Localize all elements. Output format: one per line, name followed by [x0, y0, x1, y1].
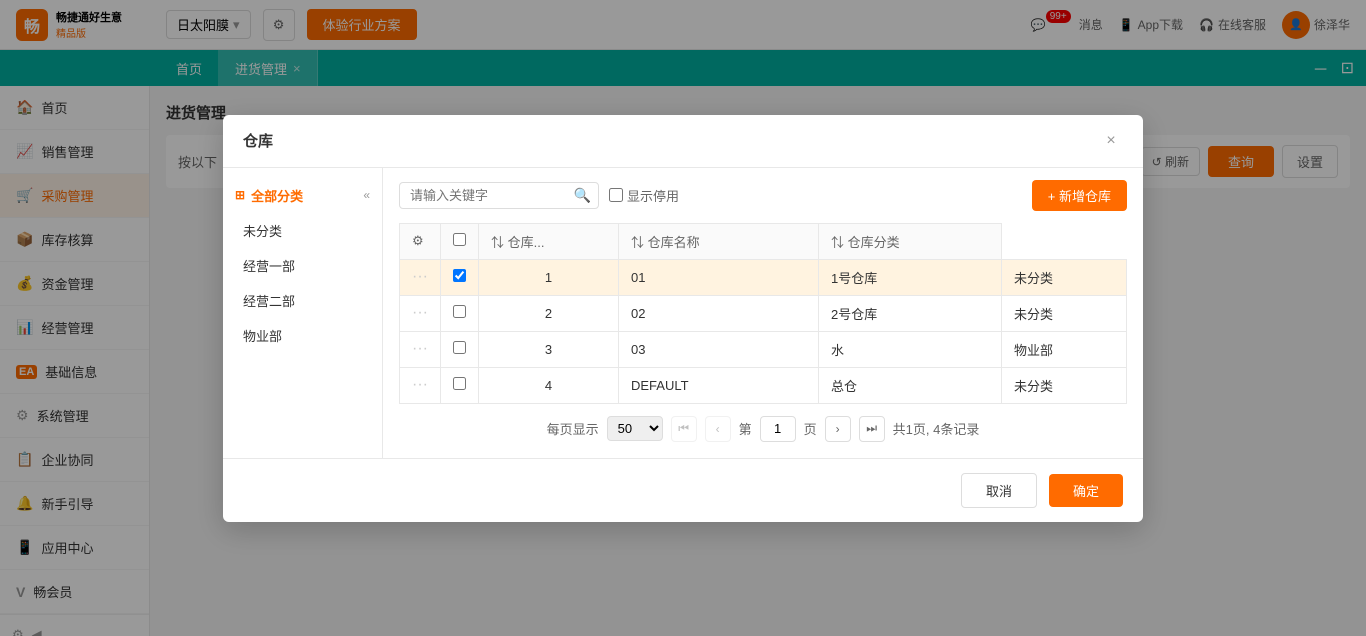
modal-overlay: 仓库 × ⊞ 全部分类 « 未分类 经营一部 [0, 0, 1366, 636]
row-warehouse-code: 03 [618, 331, 818, 367]
sort-icon3: ⇅ [831, 235, 844, 250]
category-header: ⊞ 全部分类 « [223, 180, 382, 213]
category-panel: ⊞ 全部分类 « 未分类 经营一部 经营二部 物业部 [223, 168, 383, 458]
category-item-dept1[interactable]: 经营一部 [223, 248, 382, 283]
per-page-select[interactable]: 50 100 [607, 416, 663, 441]
row-checkbox-cell [440, 259, 478, 295]
category-all-label: 全部分类 [251, 186, 303, 205]
table-row[interactable]: ··· 1 01 1号仓库 未分类 [400, 259, 1127, 295]
page-last-button[interactable]: ⏭ [859, 416, 885, 442]
row-category: 物业部 [1001, 331, 1126, 367]
row-name: 总仓 [818, 367, 1001, 403]
category-item-unclassified[interactable]: 未分类 [223, 213, 382, 248]
row-more-icon[interactable]: ··· [400, 295, 441, 331]
modal-body: ⊞ 全部分类 « 未分类 经营一部 经营二部 物业部 [223, 168, 1143, 458]
category-item-dept2[interactable]: 经营二部 [223, 283, 382, 318]
row-warehouse-code: DEFAULT [618, 367, 818, 403]
table-toolbar: 🔍 显示停用 + 新增仓库 [399, 180, 1127, 211]
warehouse-table: ⚙ ⇅ 仓库... ⇅ 仓库名称 [399, 223, 1127, 404]
row-code: 4 [478, 367, 618, 403]
total-info: 共1页, 4条记录 [893, 419, 980, 438]
row-name: 1号仓库 [818, 259, 1001, 295]
row-code: 2 [478, 295, 618, 331]
sort-icon2: ⇅ [631, 235, 644, 250]
modal-close-button[interactable]: × [1099, 129, 1123, 153]
modal-header: 仓库 × [223, 115, 1143, 168]
row-name: 2号仓库 [818, 295, 1001, 331]
grid-icon: ⊞ [235, 188, 245, 202]
table-panel: 🔍 显示停用 + 新增仓库 ⚙ [383, 168, 1143, 458]
modal-title: 仓库 [243, 130, 273, 151]
category-item-property[interactable]: 物业部 [223, 318, 382, 353]
search-icon[interactable]: 🔍 [574, 187, 591, 204]
pagination-bar: 每页显示 50 100 ⏮ ‹ 第 页 › ⏭ 共1页, 4条记录 [399, 404, 1127, 446]
row-checkbox-cell [440, 367, 478, 403]
search-input-wrap: 🔍 [399, 182, 599, 209]
row-category: 未分类 [1001, 367, 1126, 403]
modal-footer: 取消 确定 [223, 458, 1143, 522]
col-settings: ⚙ [400, 223, 441, 259]
col-category-header[interactable]: ⇅ 仓库分类 [818, 223, 1001, 259]
row-code: 3 [478, 331, 618, 367]
show-disabled-checkbox[interactable] [609, 188, 623, 202]
page-number-input[interactable] [760, 416, 796, 442]
row-category: 未分类 [1001, 259, 1126, 295]
row-more-icon[interactable]: ··· [400, 367, 441, 403]
show-disabled-label: 显示停用 [627, 186, 679, 205]
row-checkbox[interactable] [453, 269, 466, 282]
row-category: 未分类 [1001, 295, 1126, 331]
row-checkbox[interactable] [453, 341, 466, 354]
row-checkbox[interactable] [453, 377, 466, 390]
cancel-button[interactable]: 取消 [961, 473, 1037, 508]
per-page-label: 每页显示 [547, 419, 599, 438]
row-checkbox-cell [440, 331, 478, 367]
col-name-header[interactable]: ⇅ 仓库名称 [618, 223, 818, 259]
table-row[interactable]: ··· 3 03 水 物业部 [400, 331, 1127, 367]
row-code: 1 [478, 259, 618, 295]
col-code-header[interactable]: ⇅ 仓库... [478, 223, 618, 259]
page-prev-button[interactable]: ‹ [705, 416, 731, 442]
row-warehouse-code: 02 [618, 295, 818, 331]
select-all-checkbox[interactable] [453, 233, 466, 246]
col-checkbox [440, 223, 478, 259]
row-more-icon[interactable]: ··· [400, 331, 441, 367]
page-next-button[interactable]: › [825, 416, 851, 442]
page-first-button[interactable]: ⏮ [671, 416, 697, 442]
row-checkbox-cell [440, 295, 478, 331]
page-unit: 页 [804, 419, 817, 438]
add-warehouse-button[interactable]: + 新增仓库 [1032, 180, 1127, 211]
sort-icon: ⇅ [491, 235, 504, 250]
category-collapse-button[interactable]: « [363, 188, 370, 202]
search-input[interactable] [399, 182, 599, 209]
page-label: 第 [739, 419, 752, 438]
row-checkbox[interactable] [453, 305, 466, 318]
table-row[interactable]: ··· 2 02 2号仓库 未分类 [400, 295, 1127, 331]
confirm-button[interactable]: 确定 [1049, 474, 1123, 507]
show-disabled-toggle: 显示停用 [609, 186, 679, 205]
category-all-button[interactable]: ⊞ 全部分类 [235, 186, 303, 205]
row-warehouse-code: 01 [618, 259, 818, 295]
row-name: 水 [818, 331, 1001, 367]
warehouse-modal: 仓库 × ⊞ 全部分类 « 未分类 经营一部 [223, 115, 1143, 522]
row-more-icon[interactable]: ··· [400, 259, 441, 295]
table-row[interactable]: ··· 4 DEFAULT 总仓 未分类 [400, 367, 1127, 403]
